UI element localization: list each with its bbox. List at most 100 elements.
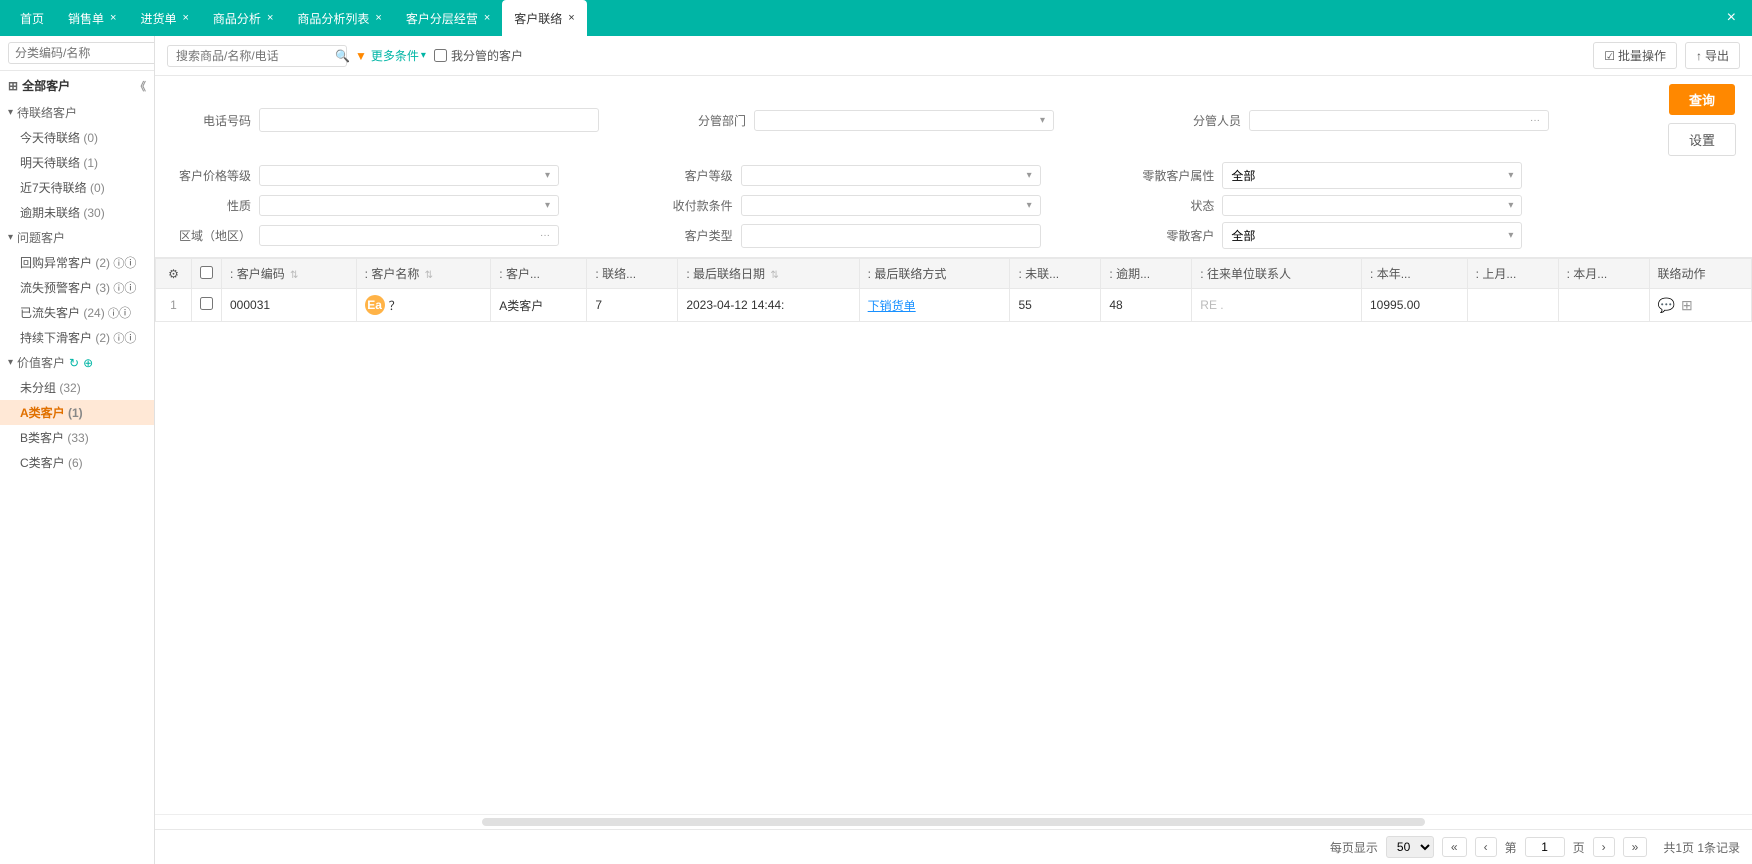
th-code[interactable]: : 客户编码 ⇅	[222, 259, 357, 289]
query-btn[interactable]: 查询	[1669, 84, 1735, 115]
customer-name-box: Ea ？	[365, 295, 401, 315]
retail-attr-select[interactable]: 全部 ▾	[1222, 162, 1522, 189]
phone-input[interactable]	[259, 108, 599, 132]
close-all-tabs[interactable]: ×	[1719, 9, 1744, 27]
filter-search-input[interactable]	[176, 49, 331, 63]
value-refresh-icon[interactable]: ↻	[69, 356, 79, 370]
sidebar-all-customers[interactable]: ⊞ 全部客户 《	[0, 71, 154, 100]
customer-type-input[interactable]	[741, 224, 1041, 248]
status-select[interactable]: ▾	[1222, 195, 1522, 216]
page-size-select[interactable]: 50	[1386, 836, 1434, 858]
settings-icon[interactable]: ⚙	[168, 267, 179, 281]
last-method-link[interactable]: 下销货单	[868, 299, 916, 313]
filter-search-icon[interactable]: 🔍	[335, 49, 350, 63]
my-customers-check-input[interactable]	[434, 49, 447, 62]
qr-icon[interactable]: ⊞	[1681, 297, 1693, 314]
sidebar-item-declining[interactable]: 持续下滑客户 (2) ⓘ	[0, 325, 154, 350]
nav-home[interactable]: 首页	[8, 0, 56, 36]
customer-level-chevron-icon: ▾	[1027, 170, 1032, 181]
sidebar-item-tomorrow[interactable]: 明天待联络 (1)	[0, 150, 154, 175]
th-no-contact[interactable]: : 未联...	[1010, 259, 1101, 289]
sidebar-item-overdue[interactable]: 逾期未联络 (30)	[0, 200, 154, 225]
dept-label: 分管部门	[666, 112, 746, 129]
sidebar-group-problem[interactable]: 问题客户	[0, 225, 154, 250]
row-level: A类客户	[491, 289, 587, 322]
nav-tab-customer-tier[interactable]: 客户分层经营 ×	[394, 0, 502, 36]
payment-select[interactable]: ▾	[741, 195, 1041, 216]
th-last-method[interactable]: : 最后联络方式	[859, 259, 1010, 289]
sidebar-search-input[interactable]	[8, 42, 155, 64]
customer-level-select[interactable]: ▾	[741, 165, 1041, 186]
sidebar-item-a-class[interactable]: A类客户 (1)	[0, 400, 154, 425]
filter-more-conditions[interactable]: ▼ 更多条件 ▾	[355, 47, 426, 64]
filter-cell-nature: 性质 ▾	[171, 195, 653, 216]
th-contact-count[interactable]: : 联络...	[587, 259, 678, 289]
close-tab-customer-tier[interactable]: ×	[484, 12, 490, 24]
next-page-btn[interactable]: ›	[1593, 837, 1615, 857]
sidebar-group-value[interactable]: 价值客户 ↻ ⊕	[0, 350, 154, 375]
settings-btn[interactable]: 设置	[1668, 123, 1736, 156]
nav-tab-sales[interactable]: 销售单 ×	[56, 0, 128, 36]
th-level[interactable]: : 客户...	[491, 259, 587, 289]
table-header-row: ⚙ : 客户编码 ⇅ : 客户名称 ⇅	[156, 259, 1752, 289]
select-all-checkbox[interactable]	[200, 266, 213, 279]
nav-tab-purchase[interactable]: 进货单 ×	[128, 0, 200, 36]
batch-operation-btn[interactable]: ☑ 批量操作	[1593, 42, 1677, 69]
retail-select[interactable]: 全部 ▾	[1222, 222, 1522, 249]
th-settings[interactable]: ⚙	[156, 259, 192, 289]
retail-label: 零散客户	[1134, 227, 1214, 244]
filter-search-box: 🔍	[167, 45, 347, 67]
content-area: 🔍 ▼ 更多条件 ▾ 我分管的客户 ☑ 批量操作 ↑ 导出	[155, 36, 1752, 864]
page-number-input[interactable]	[1525, 837, 1565, 857]
row-select-checkbox[interactable]	[200, 297, 213, 310]
dept-chevron-icon: ▾	[1040, 115, 1045, 126]
sidebar: ⊞ 全部客户 《 待联络客户 今天待联络 (0) 明天待联络 (1) 近7天待联…	[0, 36, 155, 864]
first-page-btn[interactable]: «	[1442, 837, 1467, 857]
th-this-month[interactable]: : 本月...	[1558, 259, 1649, 289]
sidebar-group-pending[interactable]: 待联络客户	[0, 100, 154, 125]
table-row: 1 000031 Ea	[156, 289, 1752, 322]
row-this-month	[1558, 289, 1649, 322]
value-add-icon[interactable]: ⊕	[83, 356, 93, 370]
nature-select[interactable]: ▾	[259, 195, 559, 216]
nav-tab-customer-contact[interactable]: 客户联络 ×	[502, 0, 586, 36]
th-name[interactable]: : 客户名称 ⇅	[356, 259, 491, 289]
code-sort-icon: ⇅	[290, 270, 298, 281]
sidebar-item-7days[interactable]: 近7天待联络 (0)	[0, 175, 154, 200]
close-tab-analysis-list[interactable]: ×	[375, 12, 381, 24]
phone-label: 电话号码	[171, 112, 251, 129]
sidebar-item-churned[interactable]: 已流失客户 (24) ⓘ	[0, 300, 154, 325]
sidebar-item-c-class[interactable]: C类客户 (6)	[0, 450, 154, 475]
close-tab-customer-contact[interactable]: ×	[568, 12, 574, 24]
nav-tab-analysis[interactable]: 商品分析 ×	[201, 0, 285, 36]
th-overdue[interactable]: : 逾期...	[1101, 259, 1192, 289]
sidebar-item-churn-warning[interactable]: 流失预警客户 (3) ⓘ	[0, 275, 154, 300]
nav-tab-analysis-list[interactable]: 商品分析列表 ×	[285, 0, 393, 36]
export-btn[interactable]: ↑ 导出	[1685, 42, 1740, 69]
th-contact-person[interactable]: : 往来单位联系人	[1192, 259, 1362, 289]
last-page-btn[interactable]: »	[1623, 837, 1648, 857]
sidebar-item-b-class[interactable]: B类客户 (33)	[0, 425, 154, 450]
prev-page-btn[interactable]: ‹	[1475, 837, 1497, 857]
chat-icon[interactable]: 💬	[1658, 297, 1675, 314]
th-last-date[interactable]: : 最后联络日期 ⇅	[678, 259, 859, 289]
close-tab-sales[interactable]: ×	[110, 12, 116, 24]
horizontal-scrollbar[interactable]	[482, 818, 1426, 826]
dept-select[interactable]: ▾	[754, 110, 1054, 131]
nature-chevron-icon: ▾	[545, 200, 550, 211]
th-checkbox	[192, 259, 222, 289]
region-input[interactable]: ···	[259, 225, 559, 246]
my-customers-checkbox[interactable]: 我分管的客户	[434, 47, 523, 64]
collapse-icon[interactable]: 《	[135, 78, 146, 94]
sidebar-item-ungrouped[interactable]: 未分组 (32)	[0, 375, 154, 400]
th-last-month[interactable]: : 上月...	[1467, 259, 1558, 289]
sidebar-item-repurchase-anomaly[interactable]: 回购异常客户 (2) ⓘ	[0, 250, 154, 275]
price-level-select[interactable]: ▾	[259, 165, 559, 186]
person-input[interactable]: ···	[1249, 110, 1549, 131]
customer-avatar: Ea	[365, 295, 385, 315]
horizontal-scrollbar-area	[155, 814, 1752, 829]
sidebar-item-today[interactable]: 今天待联络 (0)	[0, 125, 154, 150]
th-this-year[interactable]: : 本年...	[1362, 259, 1468, 289]
close-tab-purchase[interactable]: ×	[182, 12, 188, 24]
close-tab-analysis[interactable]: ×	[267, 12, 273, 24]
